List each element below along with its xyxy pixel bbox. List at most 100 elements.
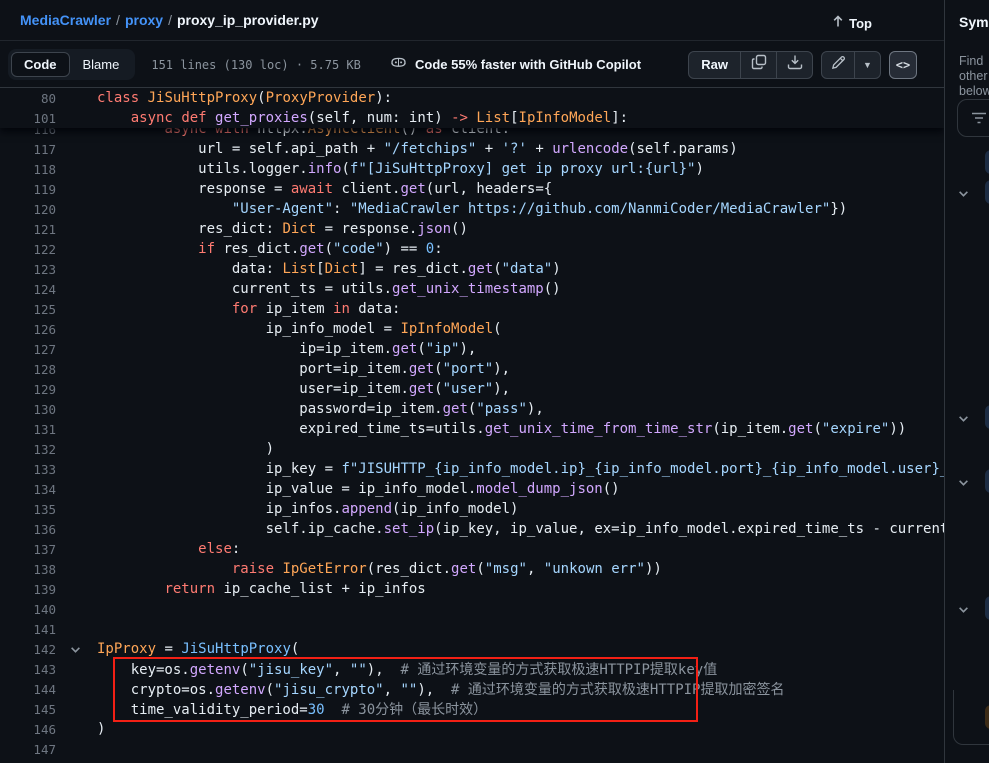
sticky-context-lines: 80 class JiSuHttpProxy(ProxyProvider): 101… (0, 88, 944, 128)
dropdown-caret-icon: ▼ (863, 60, 872, 70)
code-line: 127 ip=ip_item.get("ip"), (0, 339, 944, 359)
line-number[interactable]: 121 (0, 222, 62, 237)
edit-button[interactable] (822, 52, 854, 78)
line-number[interactable]: 133 (0, 462, 62, 477)
line-number[interactable]: 140 (0, 602, 62, 617)
line-number[interactable]: 146 (0, 722, 62, 737)
main-column: MediaCrawler/proxy/proxy_ip_provider.py … (0, 0, 944, 763)
line-number[interactable]: 126 (0, 322, 62, 337)
code-line: 121 res_dict: Dict = response.json() (0, 219, 944, 239)
line-number[interactable]: 117 (0, 142, 62, 157)
chevron-down-icon[interactable] (958, 602, 969, 620)
code-text: data: List[Dict] = res_dict.get("data") (97, 261, 561, 277)
code-text: current_ts = utils.get_unix_timestamp() (97, 281, 561, 297)
tab-code[interactable]: Code (11, 52, 70, 77)
symbol-item[interactable] (985, 180, 989, 204)
line-number[interactable]: 129 (0, 382, 62, 397)
line-number[interactable]: 141 (0, 622, 62, 637)
code-line: 136 self.ip_cache.set_ip(ip_key, ip_valu… (0, 519, 944, 539)
code-text: for ip_item in data: (97, 301, 400, 317)
line-number[interactable]: 134 (0, 482, 62, 497)
line-number[interactable]: 101 (0, 111, 62, 126)
line-number[interactable]: 118 (0, 162, 62, 177)
line-number[interactable]: 138 (0, 562, 62, 577)
line-number[interactable]: 143 (0, 662, 62, 677)
arrow-up-icon (832, 15, 844, 31)
code-panel-toggle-button[interactable]: <> (889, 51, 917, 79)
code-line: 126 ip_info_model = IpInfoModel( (0, 319, 944, 339)
raw-button[interactable]: Raw (689, 52, 740, 78)
chevron-down-icon[interactable] (958, 186, 969, 204)
download-icon (787, 54, 803, 75)
code-line: 120 "User-Agent": "MediaCrawler https://… (0, 199, 944, 219)
line-number[interactable]: 135 (0, 502, 62, 517)
line-number[interactable]: 137 (0, 542, 62, 557)
line-number[interactable]: 124 (0, 282, 62, 297)
copilot-banner-text: Code 55% faster with GitHub Copilot (415, 57, 641, 72)
symbol-item[interactable] (985, 596, 989, 620)
line-number[interactable]: 147 (0, 742, 62, 757)
code-text: class JiSuHttpProxy(ProxyProvider): (97, 90, 392, 106)
code-text: utils.logger.info(f"[JiSuHttpProxy] get … (97, 161, 704, 177)
back-to-top-button[interactable]: Top (826, 11, 878, 35)
back-to-top-label: Top (849, 16, 872, 31)
panel-bottom-corner (953, 690, 989, 745)
symbols-filter-input[interactable] (957, 99, 989, 137)
code-text: user=ip_item.get("user"), (97, 381, 510, 397)
code-text: key=os.getenv("jisu_key", ""), # 通过环境变量的… (97, 659, 717, 679)
symbol-item[interactable] (985, 405, 989, 429)
code-editor-pane: 116 async with httpx.AsyncClient() as cl… (0, 88, 944, 763)
file-actions: Raw ▼ <> (688, 51, 917, 79)
chevron-down-icon[interactable] (958, 411, 969, 429)
line-number[interactable]: 142 (0, 642, 62, 657)
line-number[interactable]: 132 (0, 442, 62, 457)
file-toolbar: Code Blame 151 lines (130 loc) · 5.75 KB… (0, 42, 944, 88)
edit-dropdown-button[interactable]: ▼ (854, 52, 880, 78)
chevron-down-icon[interactable] (958, 475, 969, 493)
line-number[interactable]: 136 (0, 522, 62, 537)
line-number[interactable]: 119 (0, 182, 62, 197)
code-line: 138 raise IpGetError(res_dict.get("msg",… (0, 559, 944, 579)
code-line: 137 else: (0, 539, 944, 559)
copilot-banner: Code 55% faster with GitHub Copilot (390, 55, 641, 74)
code-line: 134 ip_value = ip_info_model.model_dump_… (0, 479, 944, 499)
copy-button[interactable] (740, 52, 776, 78)
code-text: ip_infos.append(ip_info_model) (97, 501, 518, 517)
breadcrumb: MediaCrawler/proxy/proxy_ip_provider.py (20, 12, 319, 28)
symbol-item[interactable] (985, 150, 989, 174)
breadcrumb-dir-link[interactable]: proxy (125, 12, 163, 28)
symbols-panel: Sym Find other below (944, 0, 989, 763)
line-number[interactable]: 120 (0, 202, 62, 217)
code-text: "User-Agent": "MediaCrawler https://gith… (97, 201, 847, 217)
line-number[interactable]: 131 (0, 422, 62, 437)
edit-group: ▼ (821, 51, 881, 79)
code-line: 144 crypto=os.getenv("jisu_crypto", ""),… (0, 679, 944, 699)
line-number[interactable]: 122 (0, 242, 62, 257)
code-line: 123 data: List[Dict] = res_dict.get("dat… (0, 259, 944, 279)
code-line: 147 (0, 739, 944, 759)
collapse-chevron-icon[interactable] (62, 644, 97, 655)
code-line: 122 if res_dict.get("code") == 0: (0, 239, 944, 259)
line-number[interactable]: 139 (0, 582, 62, 597)
code-line: 145 time_validity_period=30 # 30分钟（最长时效） (0, 699, 944, 719)
line-number[interactable]: 80 (0, 91, 62, 106)
line-number[interactable]: 130 (0, 402, 62, 417)
line-number[interactable]: 145 (0, 702, 62, 717)
line-number[interactable]: 125 (0, 302, 62, 317)
symbol-item[interactable] (985, 469, 989, 493)
code-line: 139 return ip_cache_list + ip_infos (0, 579, 944, 599)
code-line: 140 (0, 599, 944, 619)
code-text: return ip_cache_list + ip_infos (97, 581, 426, 597)
line-number[interactable]: 144 (0, 682, 62, 697)
line-number[interactable]: 128 (0, 362, 62, 377)
tab-blame[interactable]: Blame (70, 52, 133, 77)
symbols-panel-title: Sym (959, 14, 989, 30)
code-text: response = await client.get(url, headers… (97, 181, 552, 197)
line-number[interactable]: 127 (0, 342, 62, 357)
breadcrumb-repo-link[interactable]: MediaCrawler (20, 12, 111, 28)
download-button[interactable] (776, 52, 812, 78)
line-number[interactable]: 123 (0, 262, 62, 277)
code-line: 130 password=ip_item.get("pass"), (0, 399, 944, 419)
code-line: 129 user=ip_item.get("user"), (0, 379, 944, 399)
code-text: url = self.api_path + "/fetchips" + '?' … (97, 141, 738, 157)
